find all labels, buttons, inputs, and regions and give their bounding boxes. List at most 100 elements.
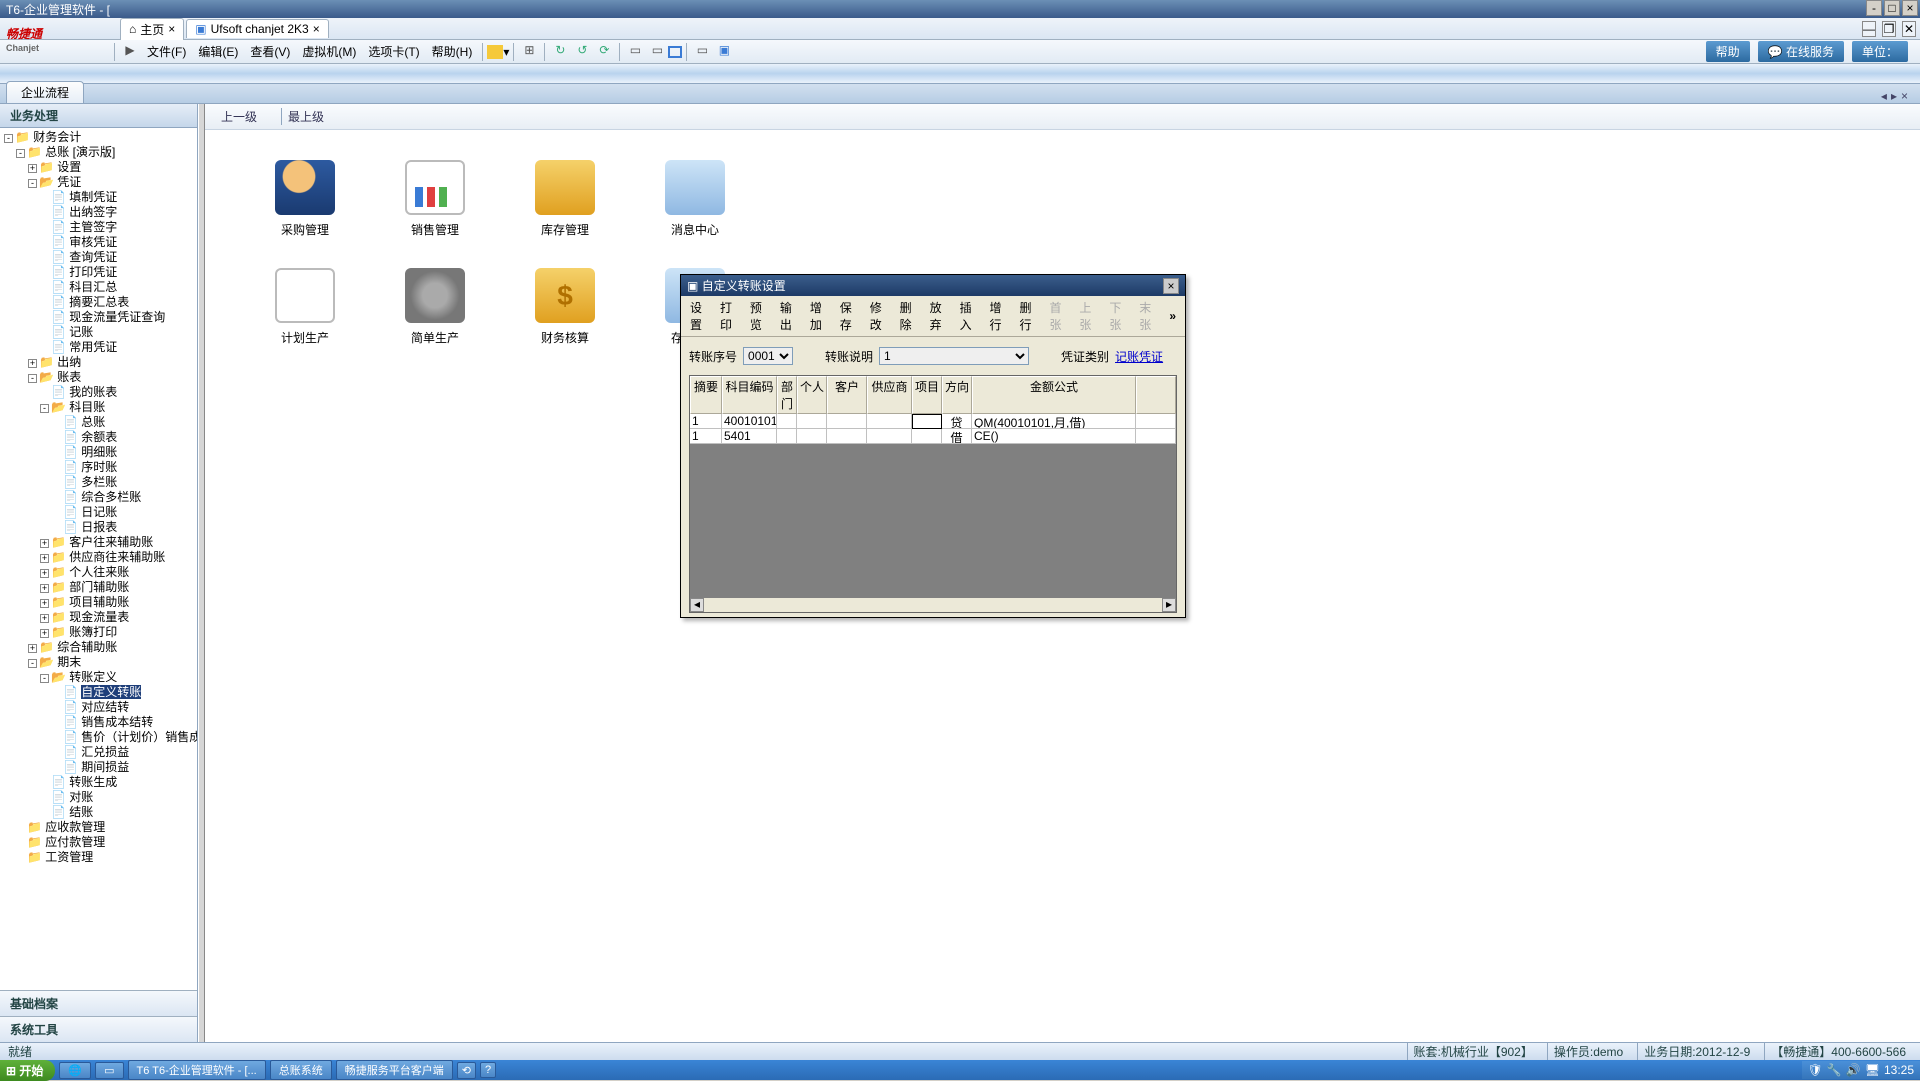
module-tile[interactable]: 财务核算: [505, 268, 625, 346]
dialog-titlebar[interactable]: ▣ 自定义转账设置 ×: [681, 275, 1185, 296]
dialog-close-button[interactable]: ×: [1163, 278, 1179, 294]
tree-node[interactable]: +📁 现金流量表: [2, 610, 197, 625]
tree-node[interactable]: 📄 售价（计划价）销售成本: [2, 730, 197, 745]
scroll-track[interactable]: [704, 598, 1162, 612]
nav-prev-icon[interactable]: ◂: [1881, 89, 1891, 103]
tree-node[interactable]: +📁 设置: [2, 160, 197, 175]
tree-node[interactable]: +📁 部门辅助账: [2, 580, 197, 595]
tree-toggle-icon[interactable]: +: [40, 569, 49, 578]
toolbar-button[interactable]: 插入: [955, 298, 983, 334]
breadcrumb-top[interactable]: 最上级: [281, 108, 324, 125]
col-supplier[interactable]: 供应商: [867, 376, 912, 414]
tree-node[interactable]: 📄 日记账: [2, 505, 197, 520]
module-tile[interactable]: 销售管理: [375, 160, 495, 238]
taskbar-item[interactable]: T6 T6-企业管理软件 - [...: [128, 1060, 266, 1080]
tree-toggle-icon[interactable]: +: [40, 629, 49, 638]
tray-icon[interactable]: 🔧: [1827, 1063, 1842, 1077]
tree-scroll[interactable]: -📁 财务会计-📁 总账 [演示版]+📁 设置-📂 凭证📄 填制凭证📄 出纳签字…: [0, 128, 197, 990]
online-service-link[interactable]: 💬 在线服务: [1758, 41, 1844, 62]
toolbar-button[interactable]: 输出: [775, 298, 803, 334]
tree-node[interactable]: 📁 应付款管理: [2, 835, 197, 850]
toolbar-button[interactable]: 放弃: [925, 298, 953, 334]
tray-icon[interactable]: 🛡: [1808, 1063, 1823, 1077]
tree-node[interactable]: 📄 常用凭证: [2, 340, 197, 355]
sidebar-section-basic[interactable]: 基础档案: [0, 990, 197, 1016]
toolbar-button[interactable]: 删行: [1014, 298, 1042, 334]
table-row[interactable]: 15401借CE(): [690, 429, 1176, 444]
scroll-right-icon[interactable]: ▸: [1162, 598, 1176, 612]
menu-view[interactable]: 查看(V): [244, 41, 296, 62]
play-icon[interactable]: ▶: [119, 43, 141, 61]
toolbar-button[interactable]: 增行: [985, 298, 1013, 334]
taskbar-item[interactable]: 总账系统: [270, 1060, 332, 1080]
tree-node[interactable]: +📁 出纳: [2, 355, 197, 370]
tree-toggle-icon[interactable]: +: [28, 644, 37, 653]
tray-clock[interactable]: 13:25: [1884, 1063, 1914, 1077]
toolbar-icon[interactable]: ▣: [713, 43, 735, 61]
tree-toggle-icon[interactable]: -: [40, 674, 49, 683]
ribbon-tab-process[interactable]: 企业流程: [6, 81, 84, 103]
seq-select[interactable]: 0001: [743, 347, 793, 365]
toolbar-icon[interactable]: ▭: [624, 43, 646, 61]
tree-node[interactable]: 📄 多栏账: [2, 475, 197, 490]
grid-hscrollbar[interactable]: ◂ ▸: [690, 598, 1176, 612]
fullscreen-icon[interactable]: [668, 46, 682, 58]
tree-node[interactable]: 📄 销售成本结转: [2, 715, 197, 730]
scroll-left-icon[interactable]: ◂: [690, 598, 704, 612]
col-formula[interactable]: 金额公式: [972, 376, 1136, 414]
taskbar-item[interactable]: 畅捷服务平台客户端: [336, 1060, 453, 1080]
start-button[interactable]: ⊞ 开始: [0, 1060, 55, 1081]
table-row[interactable]: 140010101贷QM(40010101,月,借): [690, 414, 1176, 429]
menu-vm[interactable]: 虚拟机(M): [296, 41, 362, 62]
tree-toggle-icon[interactable]: +: [40, 584, 49, 593]
splitter[interactable]: [198, 104, 205, 1042]
tree-node[interactable]: 📄 序时账: [2, 460, 197, 475]
tab-home[interactable]: ⌂主页×: [120, 18, 184, 40]
tree-node[interactable]: +📁 个人往来账: [2, 565, 197, 580]
toolbar-button[interactable]: 增加: [805, 298, 833, 334]
module-tile[interactable]: 计划生产: [245, 268, 365, 346]
voucher-type-link[interactable]: 记账凭证: [1115, 348, 1163, 365]
col-customer[interactable]: 客户: [827, 376, 867, 414]
tree-node[interactable]: -📂 期末: [2, 655, 197, 670]
tree-node[interactable]: 📄 我的账表: [2, 385, 197, 400]
tree-node[interactable]: -📁 财务会计: [2, 130, 197, 145]
tree-node[interactable]: 📄 现金流量凭证查询: [2, 310, 197, 325]
toolbar-button[interactable]: 删除: [895, 298, 923, 334]
tree-toggle-icon[interactable]: -: [28, 659, 37, 668]
toolbar-button[interactable]: 预览: [745, 298, 773, 334]
taskbar-icon[interactable]: ⟲: [457, 1062, 476, 1079]
quicklaunch-icon[interactable]: 🌐: [59, 1062, 91, 1079]
tree-node[interactable]: 📄 出纳签字: [2, 205, 197, 220]
col-direction[interactable]: 方向: [942, 376, 972, 414]
toolbar-icon[interactable]: [487, 45, 503, 59]
tree-node[interactable]: 📄 打印凭证: [2, 265, 197, 280]
close-button[interactable]: ×: [1902, 0, 1918, 16]
breadcrumb-up[interactable]: 上一级: [221, 108, 257, 125]
tree-toggle-icon[interactable]: +: [28, 164, 37, 173]
toolbar-more-icon[interactable]: »: [1164, 308, 1181, 324]
tree-toggle-icon[interactable]: +: [40, 539, 49, 548]
tree-node[interactable]: 📄 查询凭证: [2, 250, 197, 265]
tree-node[interactable]: 📄 主管签字: [2, 220, 197, 235]
tab-close-icon[interactable]: ×: [313, 22, 320, 36]
tree-node[interactable]: 📄 日报表: [2, 520, 197, 535]
tree-toggle-icon[interactable]: -: [28, 179, 37, 188]
quicklaunch-icon[interactable]: ▭: [95, 1062, 123, 1079]
tree-toggle-icon[interactable]: -: [40, 404, 49, 413]
tree-node[interactable]: +📁 综合辅助账: [2, 640, 197, 655]
toolbar-button[interactable]: 修改: [865, 298, 893, 334]
dropdown-icon[interactable]: ▾: [503, 45, 509, 59]
tree-toggle-icon[interactable]: -: [28, 374, 37, 383]
tree-node[interactable]: 📄 汇兑损益: [2, 745, 197, 760]
help-link[interactable]: 帮助: [1706, 41, 1750, 62]
toolbar-icon[interactable]: ↺: [571, 43, 593, 61]
tree-node[interactable]: 📄 余额表: [2, 430, 197, 445]
module-tile[interactable]: 采购管理: [245, 160, 365, 238]
tree-toggle-icon[interactable]: +: [28, 359, 37, 368]
tree-node[interactable]: 📄 审核凭证: [2, 235, 197, 250]
tree-toggle-icon[interactable]: -: [16, 149, 25, 158]
tab-close-icon[interactable]: ×: [168, 22, 175, 36]
tree-node[interactable]: -📂 转账定义: [2, 670, 197, 685]
tree-node[interactable]: 📄 明细账: [2, 445, 197, 460]
